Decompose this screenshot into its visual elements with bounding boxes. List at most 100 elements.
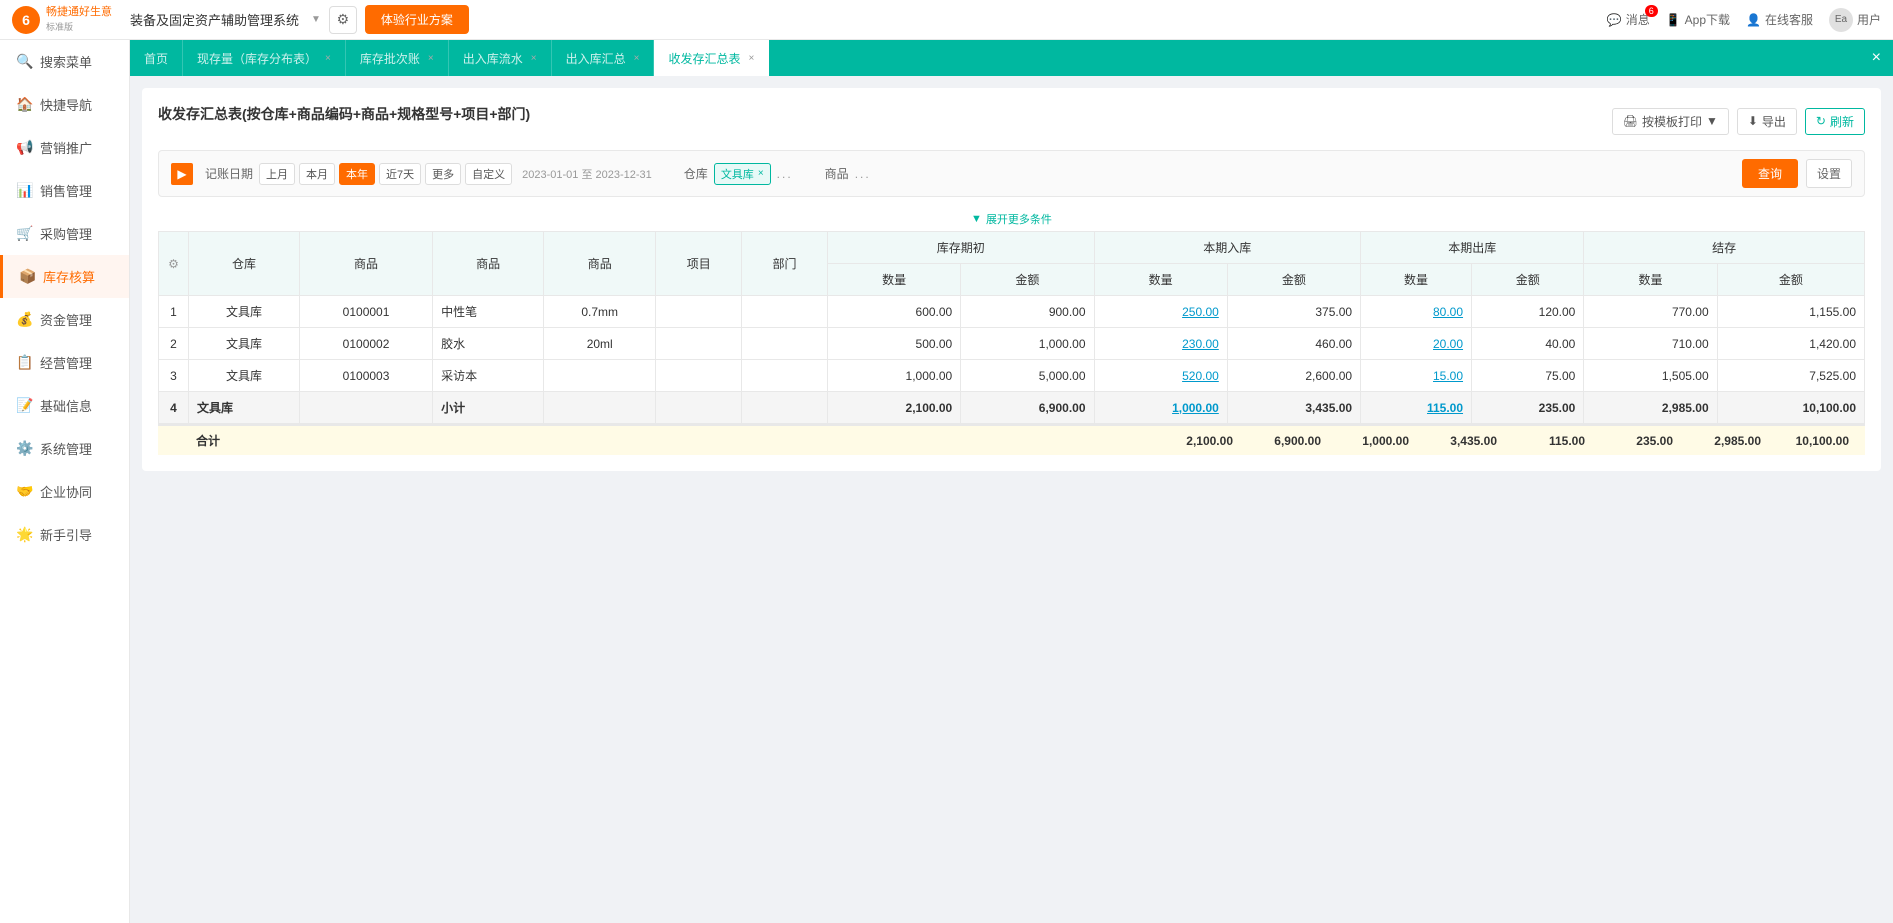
table-row: 2文具库0100002胶水20ml500.001,000.00230.00460… (159, 328, 1865, 360)
row-code (299, 392, 432, 424)
footer-out-amt: 235.00 (1593, 434, 1673, 448)
sidebar-item-label: 基础信息 (40, 396, 92, 415)
row-out-qty[interactable]: 20.00 (1361, 328, 1472, 360)
data-table: ⚙ 仓库 商品 商品 商品 项目 部门 库存期初 本期入库 本期出库 (158, 231, 1865, 424)
sidebar-item-label: 快捷导航 (40, 95, 92, 114)
sidebar-item-system[interactable]: ⚙️ 系统管理 (0, 427, 129, 470)
tab-bar: 首页 现存量（库存分布表） × 库存批次账 × 出入库流水 × 出入库汇总 × (130, 40, 1893, 76)
sidebar-item-enterprise[interactable]: 🤝 企业协同 (0, 470, 129, 513)
sidebar-item-marketing[interactable]: 📢 营销推广 (0, 126, 129, 169)
sidebar-item-label: 库存核算 (43, 267, 95, 286)
sidebar-item-label: 企业协同 (40, 482, 92, 501)
footer-label: 合计 (196, 432, 256, 449)
query-button[interactable]: 查询 (1742, 159, 1798, 188)
row-open-amt: 1,000.00 (961, 328, 1094, 360)
print-icon: 🖨 (1623, 114, 1638, 128)
sidebar-item-quick-nav[interactable]: 🏠 快捷导航 (0, 83, 129, 126)
row-dept (742, 360, 828, 392)
date-btn-this-year[interactable]: 本年 (339, 163, 375, 185)
filter-settings-button[interactable]: 设置 (1806, 159, 1852, 188)
tab-close-in-out-summary[interactable]: × (634, 53, 640, 64)
row-out-qty[interactable]: 15.00 (1361, 360, 1472, 392)
sidebar-item-sales[interactable]: 📊 销售管理 (0, 169, 129, 212)
date-btn-more[interactable]: 更多 (425, 163, 461, 185)
sidebar-item-operations[interactable]: 📋 经营管理 (0, 341, 129, 384)
tab-batch[interactable]: 库存批次账 × (346, 40, 449, 76)
marketing-icon: 📢 (16, 139, 32, 156)
row-name: 中性笔 (433, 296, 544, 328)
date-btn-this-month[interactable]: 本月 (299, 163, 335, 185)
logo-icon: 6 (12, 6, 40, 34)
footer-out-qty: 115.00 (1505, 434, 1585, 448)
finance-icon: 💰 (16, 311, 32, 328)
row-out-qty[interactable]: 80.00 (1361, 296, 1472, 328)
basic-icon: 📝 (16, 397, 32, 414)
tab-close-batch[interactable]: × (428, 53, 434, 64)
tab-close-recv-send-summary[interactable]: × (748, 53, 754, 64)
tab-recv-send-summary[interactable]: 收发存汇总表 × (654, 40, 769, 76)
expand-conditions-button[interactable]: ▼ 展开更多条件 (158, 207, 1865, 231)
row-in-qty[interactable]: 1,000.00 (1094, 392, 1227, 424)
col-header-dept: 部门 (742, 232, 828, 296)
row-in-qty[interactable]: 520.00 (1094, 360, 1227, 392)
row-in-qty[interactable]: 250.00 (1094, 296, 1227, 328)
warehouse-tag[interactable]: 文具库 × (714, 163, 771, 185)
message-button[interactable]: 💬 消息 6 (1607, 11, 1650, 28)
table-row: 1文具库0100001中性笔0.7mm600.00900.00250.00375… (159, 296, 1865, 328)
col-sub-open-qty: 数量 (827, 264, 960, 296)
refresh-button[interactable]: ↻ 刷新 (1805, 108, 1865, 135)
row-in-amt: 3,435.00 (1227, 392, 1360, 424)
tab-close-inventory-dist[interactable]: × (325, 53, 331, 64)
row-open-qty: 2,100.00 (827, 392, 960, 424)
sidebar-item-finance[interactable]: 💰 资金管理 (0, 298, 129, 341)
date-btn-custom[interactable]: 自定义 (465, 163, 512, 185)
system-icon: ⚙️ (16, 440, 32, 457)
sidebar-item-label: 新手引导 (40, 525, 92, 544)
logo-text: 畅捷通好生意 (46, 6, 112, 19)
settings-icon[interactable]: ⚙ (329, 6, 357, 34)
customer-service-button[interactable]: 👤 在线客服 (1746, 11, 1813, 28)
system-dropdown-arrow[interactable]: ▼ (311, 14, 321, 25)
sidebar-item-search[interactable]: 🔍 搜索菜单 (0, 40, 129, 83)
user-menu[interactable]: Ea 用户 (1829, 8, 1881, 32)
row-no: 2 (159, 328, 189, 360)
sidebar-item-purchase[interactable]: 🛒 采购管理 (0, 212, 129, 255)
home-icon: 🏠 (16, 96, 32, 113)
tab-home[interactable]: 首页 (130, 40, 183, 76)
trial-button[interactable]: 体验行业方案 (365, 5, 469, 34)
row-in-amt: 460.00 (1227, 328, 1360, 360)
table-row: 3文具库0100003采访本1,000.005,000.00520.002,60… (159, 360, 1865, 392)
row-no: 1 (159, 296, 189, 328)
enterprise-icon: 🤝 (16, 483, 32, 500)
warehouse-more-btn[interactable]: ... (777, 167, 793, 181)
warehouse-tag-close[interactable]: × (758, 168, 764, 179)
sidebar-item-newbie[interactable]: 🌟 新手引导 (0, 513, 129, 556)
refresh-icon: ↻ (1816, 114, 1826, 128)
sidebar-item-basic[interactable]: 📝 基础信息 (0, 384, 129, 427)
column-settings-icon[interactable]: ⚙ (168, 257, 179, 271)
export-button[interactable]: ⬇ 导出 (1737, 108, 1797, 135)
date-btn-last-month[interactable]: 上月 (259, 163, 295, 185)
tab-in-out-flow[interactable]: 出入库流水 × (449, 40, 552, 76)
tab-in-out-summary[interactable]: 出入库汇总 × (552, 40, 655, 76)
sidebar-item-label: 系统管理 (40, 439, 92, 458)
col-sub-out-amt: 金额 (1472, 264, 1584, 296)
product-more-btn[interactable]: ... (855, 167, 871, 181)
sidebar-item-inventory[interactable]: 📦 库存核算 (0, 255, 129, 298)
row-dept (742, 296, 828, 328)
col-group-out: 本期出库 (1361, 232, 1584, 264)
app-download-button[interactable]: 📱 App下载 (1666, 11, 1730, 28)
filter-toggle-button[interactable]: ▶ (171, 163, 193, 185)
filter-bar: ▶ 记账日期 上月 本月 本年 近7天 更多 自定义 (158, 150, 1865, 197)
tab-close-in-out-flow[interactable]: × (531, 53, 537, 64)
row-bal-amt: 10,100.00 (1717, 392, 1864, 424)
print-button[interactable]: 🖨 按模板打印 ▼ (1612, 108, 1729, 135)
row-out-qty[interactable]: 115.00 (1361, 392, 1472, 424)
close-all-tabs-button[interactable]: × (1872, 49, 1881, 67)
date-btn-7days[interactable]: 近7天 (379, 163, 421, 185)
row-in-qty[interactable]: 230.00 (1094, 328, 1227, 360)
row-warehouse: 文具库 (189, 296, 300, 328)
date-range-display: 2023-01-01 至 2023-12-31 (522, 166, 652, 182)
tab-inventory-dist[interactable]: 现存量（库存分布表） × (183, 40, 346, 76)
row-project (656, 296, 742, 328)
